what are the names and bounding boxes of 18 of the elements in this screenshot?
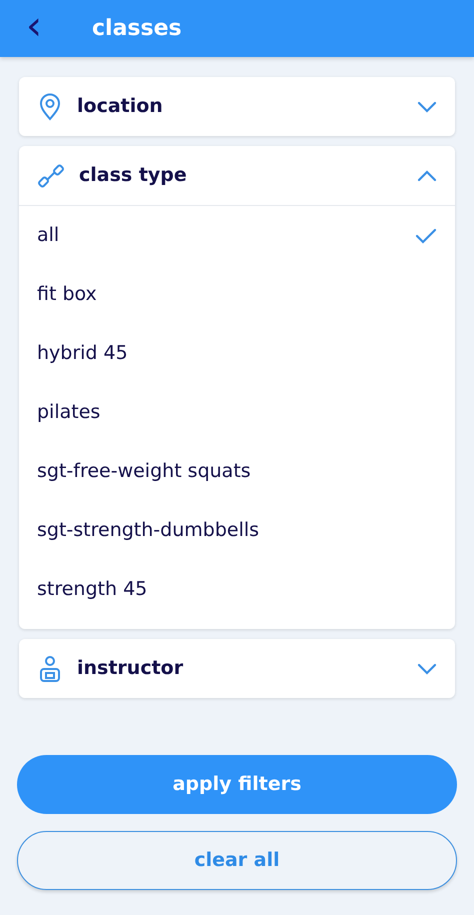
class-option[interactable]: all: [19, 206, 455, 265]
back-button[interactable]: ‹: [20, 6, 48, 46]
person-icon: [37, 654, 63, 682]
section-header[interactable]: class type: [19, 146, 455, 205]
class-option[interactable]: sgt-free-weight squats: [19, 442, 455, 501]
class-option[interactable]: strength 45: [19, 560, 455, 619]
section-header[interactable]: location: [19, 77, 455, 136]
chevron-down-icon: [417, 662, 437, 674]
class-option[interactable]: hybrid 45: [19, 324, 455, 383]
class-option[interactable]: fit box: [19, 265, 455, 324]
chevron-up-icon: [417, 170, 437, 182]
class-option[interactable]: pilates: [19, 383, 455, 442]
chevron-down-icon: [417, 100, 437, 112]
page-title: classes: [92, 15, 182, 43]
class-option[interactable]: sgt-strength-dumbbells: [19, 501, 455, 560]
pin-icon: [37, 92, 63, 120]
section-header[interactable]: instructor: [19, 639, 455, 698]
dumbbell-icon: [37, 162, 65, 190]
